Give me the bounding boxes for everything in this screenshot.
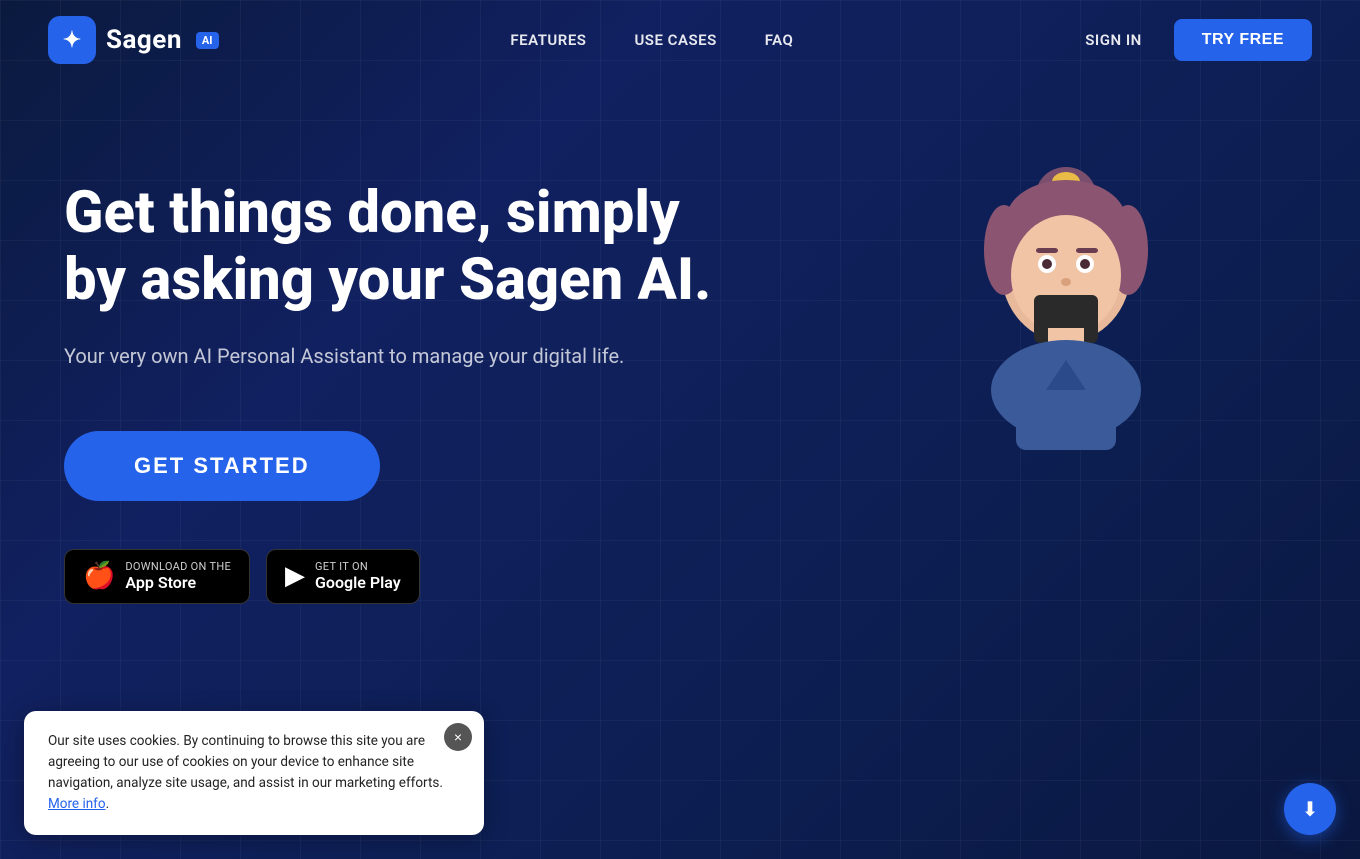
nav-features[interactable]: FEATURES bbox=[510, 31, 586, 49]
try-free-button[interactable]: TRY FREE bbox=[1174, 19, 1312, 61]
app-store-badge[interactable]: 🍎 Download on the App Store bbox=[64, 549, 250, 603]
cookie-banner: Our site uses cookies. By continuing to … bbox=[24, 711, 484, 835]
nav-right: SIGN IN TRY FREE bbox=[1085, 19, 1312, 61]
nav-use-cases[interactable]: USE CASES bbox=[634, 31, 716, 49]
logo-icon: ✦ bbox=[48, 16, 96, 64]
logo[interactable]: ✦ Sagen AI bbox=[48, 16, 219, 64]
google-play-top-text: GET IT ON bbox=[315, 560, 401, 573]
cookie-more-info-link[interactable]: More info bbox=[48, 796, 106, 812]
nav-links: FEATURES USE CASES FAQ bbox=[510, 31, 793, 49]
scroll-down-icon: ⬇ bbox=[1302, 797, 1319, 822]
app-store-top-text: Download on the bbox=[125, 560, 231, 573]
hero-title: Get things done, simply by asking your S… bbox=[64, 180, 711, 313]
hero-title-line2: by asking your Sagen AI. bbox=[64, 246, 711, 314]
app-store-text: Download on the App Store bbox=[125, 560, 231, 592]
google-play-icon: ▶ bbox=[285, 561, 305, 591]
logo-symbol: ✦ bbox=[63, 28, 81, 53]
cookie-text: Our site uses cookies. By continuing to … bbox=[48, 731, 460, 815]
app-store-main-text: App Store bbox=[125, 573, 231, 592]
nav-faq[interactable]: FAQ bbox=[765, 31, 794, 49]
navbar: ✦ Sagen AI FEATURES USE CASES FAQ SIGN I… bbox=[0, 0, 1360, 80]
get-started-button[interactable]: GET STARTED bbox=[64, 431, 380, 501]
google-play-text: GET IT ON Google Play bbox=[315, 560, 401, 592]
cookie-close-button[interactable]: × bbox=[444, 723, 472, 751]
hero-title-line1: Get things done, simply bbox=[64, 179, 680, 247]
cookie-message: Our site uses cookies. By continuing to … bbox=[48, 733, 443, 791]
hero-section: Get things done, simply by asking your S… bbox=[0, 80, 1360, 604]
hero-subtitle: Your very own AI Personal Assistant to m… bbox=[64, 341, 711, 371]
hero-illustration bbox=[936, 140, 1216, 500]
hero-content: Get things done, simply by asking your S… bbox=[64, 160, 711, 604]
logo-badge: AI bbox=[196, 32, 219, 49]
logo-name: Sagen bbox=[106, 25, 182, 55]
google-play-main-text: Google Play bbox=[315, 573, 401, 592]
app-badges: 🍎 Download on the App Store ▶ GET IT ON … bbox=[64, 549, 711, 603]
sign-in-link[interactable]: SIGN IN bbox=[1085, 31, 1141, 49]
ai-character-svg bbox=[936, 140, 1196, 480]
google-play-badge[interactable]: ▶ GET IT ON Google Play bbox=[266, 549, 420, 603]
apple-icon: 🍎 bbox=[83, 561, 115, 591]
scroll-down-button[interactable]: ⬇ bbox=[1284, 783, 1336, 835]
